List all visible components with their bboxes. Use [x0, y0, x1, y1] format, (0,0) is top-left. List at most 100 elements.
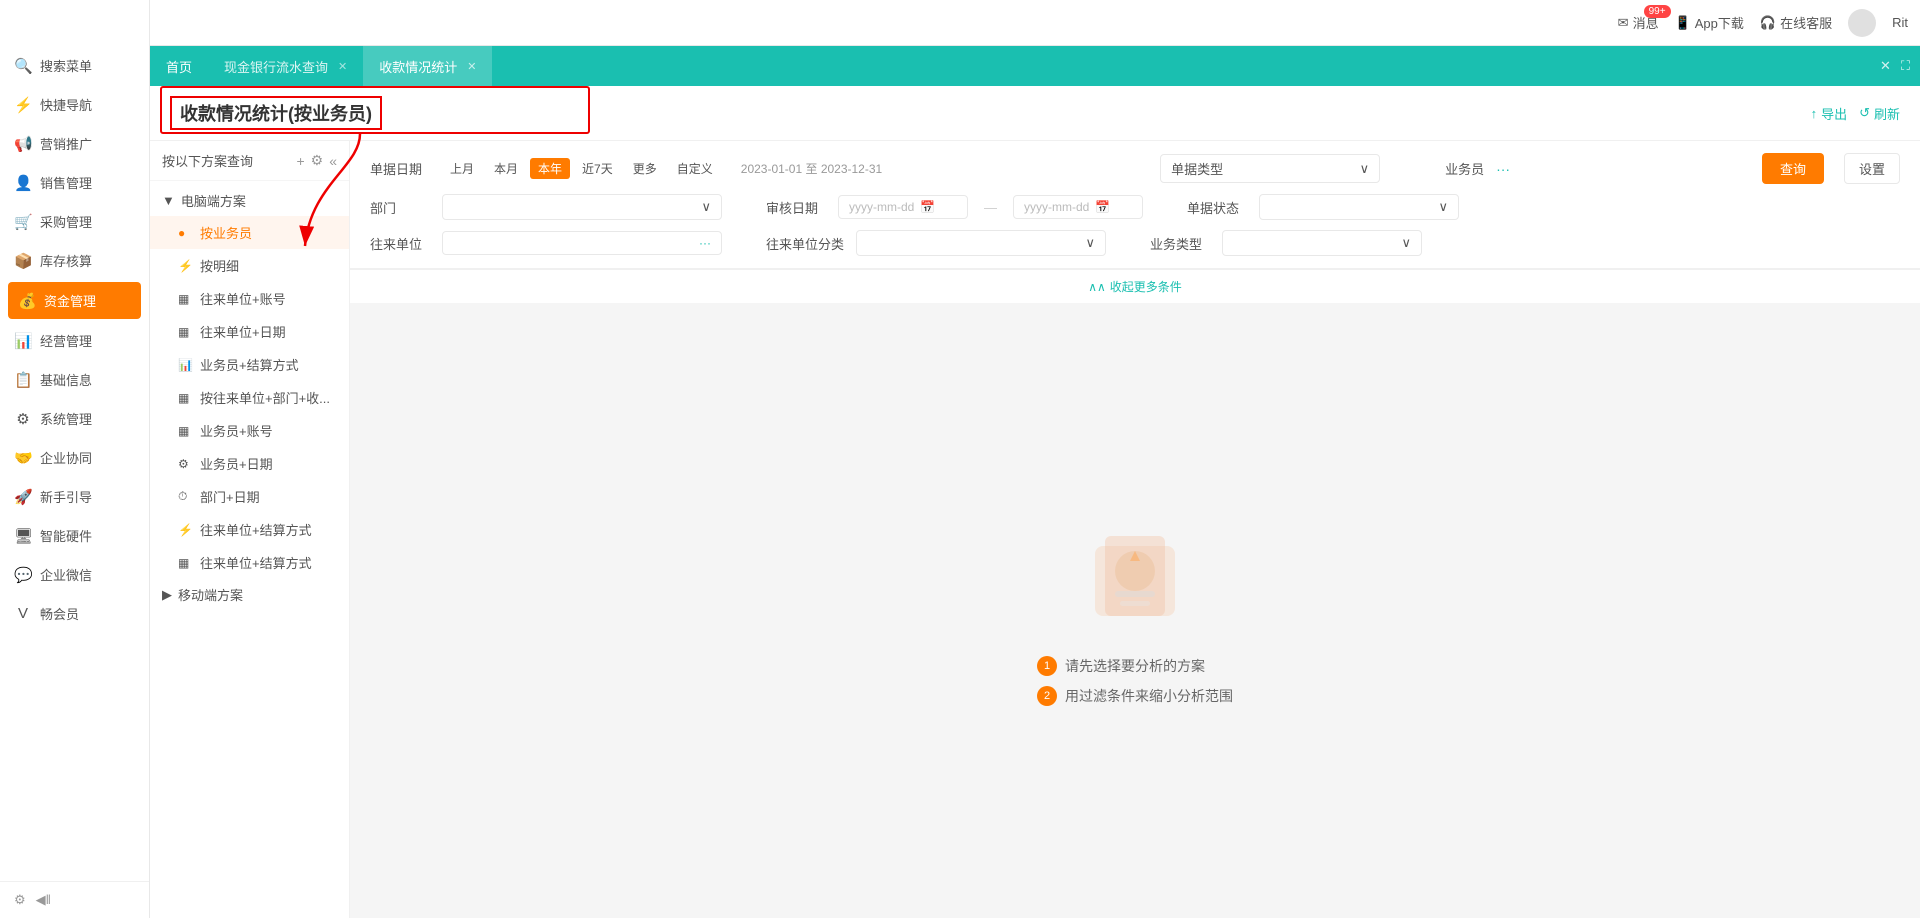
cash-flow-tab-label: 现金银行流水查询: [224, 57, 328, 76]
sidebar-item-marketing[interactable]: 📢营销推广: [0, 124, 149, 163]
scheme-item-7[interactable]: ⚙ 业务员+日期: [150, 447, 349, 480]
message-action[interactable]: ✉ 消息 99+: [1618, 13, 1659, 32]
sidebar-item-quick-nav[interactable]: ⚡快捷导航: [0, 85, 149, 124]
collapse-bar[interactable]: ∧∧ 收起更多条件: [350, 269, 1920, 303]
online-service-action[interactable]: 🎧 在线客服: [1760, 13, 1832, 32]
scheme-settings-icon[interactable]: ⚙: [311, 152, 324, 169]
panel-collapse-icon[interactable]: «: [329, 153, 337, 169]
sales-label: 销售管理: [40, 173, 92, 192]
doc-status-select[interactable]: ∨: [1259, 194, 1459, 220]
date-tab-custom[interactable]: 自定义: [669, 158, 721, 179]
scheme-item-6[interactable]: ▦业务员+账号: [150, 414, 349, 447]
dept-select[interactable]: ∨: [442, 194, 722, 220]
biz-type-select[interactable]: ∨: [1222, 230, 1422, 256]
scheme-icon-7: ⚙: [178, 457, 194, 471]
phone-icon: 📱: [1675, 15, 1691, 31]
purchase-icon: 🛒: [14, 213, 32, 231]
date-tab-more[interactable]: 更多: [625, 158, 665, 179]
counterpart-type-select[interactable]: ∨: [856, 230, 1106, 256]
settings-button[interactable]: 设置: [1844, 153, 1900, 184]
date-tab-last-month[interactable]: 上月: [442, 158, 482, 179]
wechat-label: 企业微信: [40, 565, 92, 584]
sidebar-item-operation[interactable]: 📊经营管理: [0, 321, 149, 360]
review-date-start[interactable]: yyyy-mm-dd 📅: [838, 195, 968, 219]
scheme-item-4[interactable]: 📊业务员+结算方式: [150, 348, 349, 381]
sidebar-item-guide[interactable]: 🚀新手引导: [0, 477, 149, 516]
tab-bar: 首页 现金银行流水查询 ✕ 收款情况统计 ✕ ✕ ⛶: [150, 46, 1920, 86]
sidebar-collapse-icon[interactable]: ◀‖: [36, 892, 51, 908]
calendar-icon-1: 📅: [920, 200, 935, 214]
search-menu-icon: 🔍: [14, 57, 32, 75]
tab-cash-flow[interactable]: 现金银行流水查询 ✕: [208, 46, 363, 86]
sidebar-item-search-menu[interactable]: 🔍 搜索菜单: [0, 46, 149, 85]
empty-hints: 1 请先选择要分析的方案 2 用过滤条件来缩小分析范围: [1037, 656, 1233, 706]
filter-row-2: 部门 ∨ 审核日期 yyyy-mm-dd 📅 — yyyy-mm-dd 📅: [370, 194, 1900, 220]
sidebar-item-sales[interactable]: 👤销售管理: [0, 163, 149, 202]
panel-header: 按以下方案查询 + ⚙ «: [150, 141, 349, 181]
add-scheme-icon[interactable]: +: [296, 153, 304, 169]
sidebar-item-member[interactable]: V畅会员: [0, 594, 149, 633]
mobile-scheme-label: 移动端方案: [178, 585, 243, 604]
scheme-icon-4: 📊: [178, 358, 194, 372]
review-date-label: 审核日期: [766, 198, 826, 217]
sidebar-item-smart-hw[interactable]: 🖥智能硬件: [0, 516, 149, 555]
date-tab-7days[interactable]: 近7天: [574, 158, 621, 179]
collapse-label: 收起更多条件: [1110, 278, 1182, 295]
scheme-label-7: 业务员+日期: [200, 454, 273, 473]
scheme-item-0[interactable]: ●按业务员: [150, 216, 349, 249]
date-tabs: 上月 本月 本年 近7天 更多 自定义: [442, 158, 721, 179]
marketing-icon: 📢: [14, 135, 32, 153]
sidebar-item-basic-info[interactable]: 📋基础信息: [0, 360, 149, 399]
sidebar-item-wechat[interactable]: 💬企业微信: [0, 555, 149, 594]
scheme-item-9[interactable]: ⚡往来单位+结算方式: [150, 513, 349, 546]
sidebar-settings-icon[interactable]: ⚙: [14, 892, 26, 908]
scheme-item-5[interactable]: ▦按往来单位+部门+收...: [150, 381, 349, 414]
panel-header-actions: + ⚙ «: [296, 152, 337, 169]
sidebar-item-system[interactable]: ⚙系统管理: [0, 399, 149, 438]
tab-receipts[interactable]: 收款情况统计 ✕: [363, 46, 492, 86]
headset-icon: 🎧: [1760, 15, 1776, 31]
sidebar-item-purchase[interactable]: 🛒采购管理: [0, 202, 149, 241]
scheme-item-8[interactable]: ⏱部门+日期: [150, 480, 349, 513]
desktop-scheme-group[interactable]: ▼ 电脑端方案: [150, 185, 349, 216]
system-label: 系统管理: [40, 409, 92, 428]
scheme-item-2[interactable]: ▦往来单位+账号: [150, 282, 349, 315]
quick-nav-icon: ⚡: [14, 96, 32, 114]
cash-flow-close-icon[interactable]: ✕: [338, 60, 347, 73]
mobile-scheme-group[interactable]: ▶ 移动端方案: [150, 579, 349, 610]
date-tab-this-year[interactable]: 本年: [530, 158, 570, 179]
scheme-label-9: 往来单位+结算方式: [200, 520, 312, 539]
dept-filter-label: 部门: [370, 198, 430, 217]
staff-more-icon[interactable]: ···: [1496, 161, 1510, 177]
guide-icon: 🚀: [14, 488, 32, 506]
scheme-label-0: 按业务员: [200, 223, 252, 242]
sidebar-item-inventory[interactable]: 📦库存核算: [0, 241, 149, 280]
scheme-item-10[interactable]: ▦往来单位+结算方式: [150, 546, 349, 579]
export-button[interactable]: ↑ 导出: [1811, 104, 1848, 123]
scheme-item-1[interactable]: ⚡按明细: [150, 249, 349, 282]
sidebar-item-enterprise[interactable]: 🤝企业协同: [0, 438, 149, 477]
empty-illustration: [1075, 516, 1195, 636]
refresh-button[interactable]: ↺ 刷新: [1859, 104, 1900, 123]
top-bar: 6 畅捷通好生意 标准版 ✉ 消息 99+ 📱 App下载 🎧 在线客服 Rit: [0, 0, 1920, 46]
user-avatar[interactable]: [1848, 9, 1876, 37]
receipts-close-icon[interactable]: ✕: [467, 60, 476, 73]
tab-home[interactable]: 首页: [150, 46, 208, 86]
content-area: 按以下方案查询 + ⚙ « ▼ 电脑端方案 ●按业务员⚡按明细▦往来单位+账号▦…: [150, 141, 1920, 918]
scheme-label-1: 按明细: [200, 256, 239, 275]
biz-type-label: 业务类型: [1150, 234, 1210, 253]
doc-type-select[interactable]: 单据类型 ∨: [1160, 154, 1380, 183]
counterpart-more[interactable]: ···: [699, 236, 711, 250]
counterpart-select[interactable]: ···: [442, 231, 722, 255]
maximize-icon[interactable]: ⛶: [1901, 58, 1910, 74]
close-window-icon[interactable]: ✕: [1880, 58, 1891, 74]
search-menu-label: 搜索菜单: [40, 56, 92, 75]
scheme-item-3[interactable]: ▦往来单位+日期: [150, 315, 349, 348]
date-tab-this-month[interactable]: 本月: [486, 158, 526, 179]
sidebar: 🔍 搜索菜单 ⚡快捷导航📢营销推广👤销售管理🛒采购管理📦库存核算💰资金管理📊经营管理…: [0, 0, 150, 918]
query-button[interactable]: 查询: [1762, 153, 1824, 184]
export-icon: ↑: [1811, 106, 1818, 121]
review-date-end[interactable]: yyyy-mm-dd 📅: [1013, 195, 1143, 219]
app-download-action[interactable]: 📱 App下载: [1675, 13, 1744, 32]
sidebar-item-capital[interactable]: 💰资金管理: [8, 282, 141, 319]
